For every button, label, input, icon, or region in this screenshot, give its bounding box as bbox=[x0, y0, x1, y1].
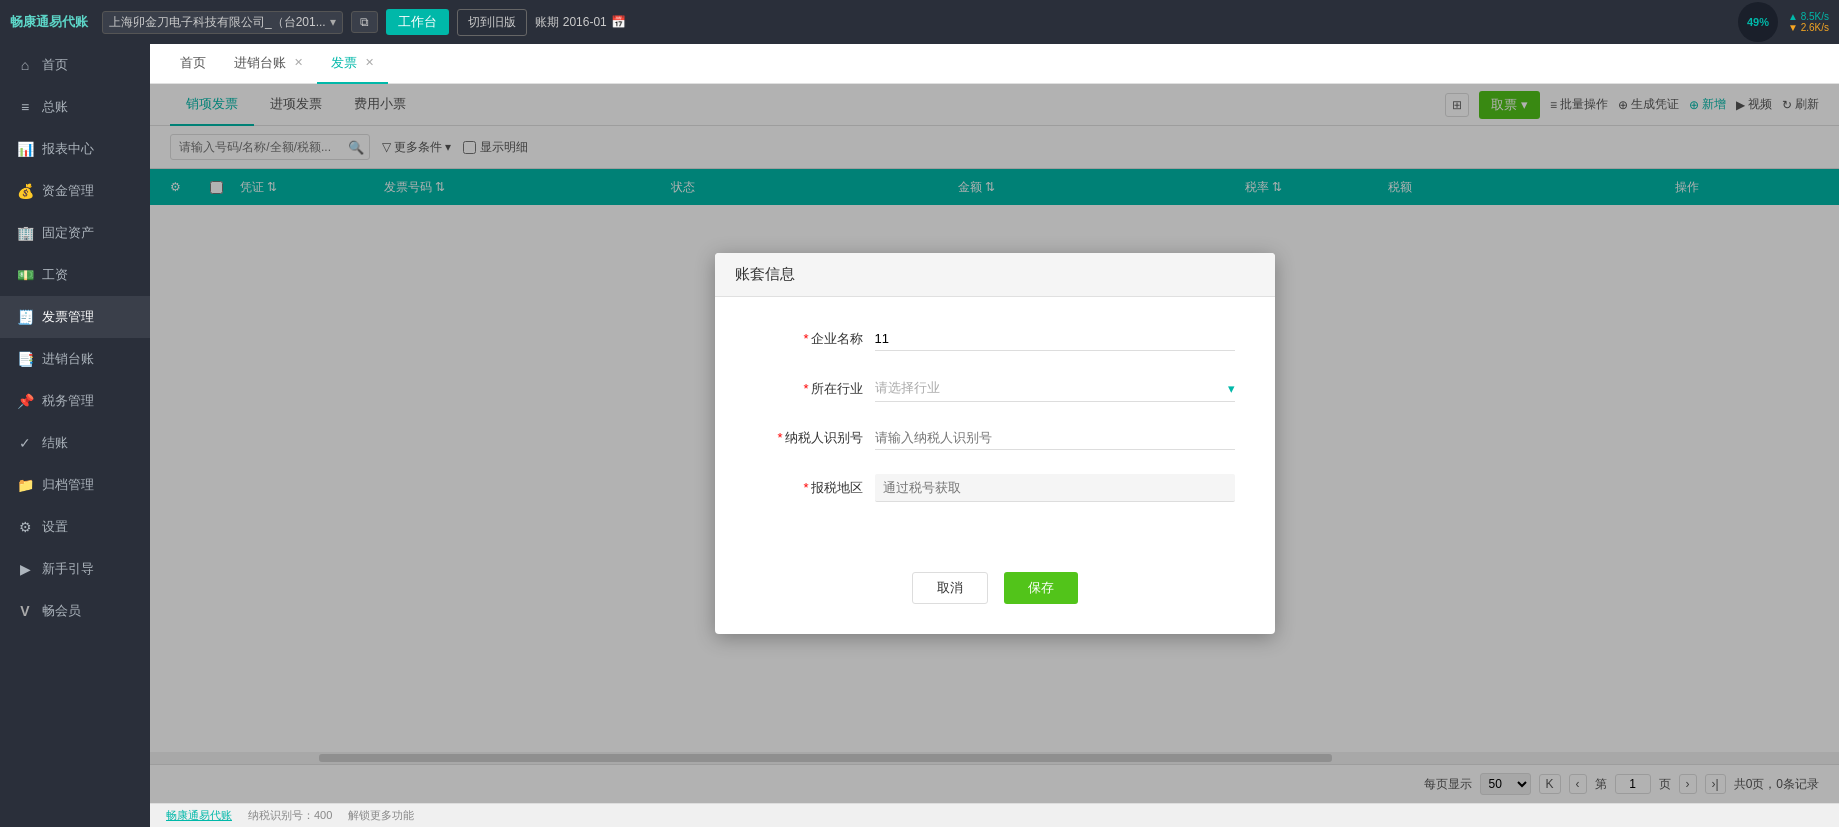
status-info2: 解锁更多功能 bbox=[348, 808, 414, 823]
company-name-label: *企业名称 bbox=[755, 330, 875, 348]
reports-icon: 📊 bbox=[16, 141, 34, 157]
close-invoice-tab[interactable]: ✕ bbox=[365, 56, 374, 69]
tax-icon: 📌 bbox=[16, 393, 34, 409]
sidebar-item-guide[interactable]: ▶ 新手引导 bbox=[0, 548, 150, 590]
sidebar-item-archive[interactable]: 📁 归档管理 bbox=[0, 464, 150, 506]
funds-icon: 💰 bbox=[16, 183, 34, 199]
sidebar-label-guide: 新手引导 bbox=[42, 560, 94, 578]
sidebar-label-settings: 设置 bbox=[42, 518, 68, 536]
save-button[interactable]: 保存 bbox=[1004, 572, 1078, 604]
sidebar-label-settlement: 结账 bbox=[42, 434, 68, 452]
sidebar-label-funds: 资金管理 bbox=[42, 182, 94, 200]
home-icon: ⌂ bbox=[16, 57, 34, 73]
sidebar-label-assets: 固定资产 bbox=[42, 224, 94, 242]
sidebar-item-reports[interactable]: 📊 报表中心 bbox=[0, 128, 150, 170]
account-info-dialog: 账套信息 *企业名称 *所在行业 bbox=[715, 253, 1275, 634]
tab-bar: 首页 进销台账 ✕ 发票 ✕ bbox=[150, 44, 1839, 84]
tab-invoice[interactable]: 发票 ✕ bbox=[317, 44, 388, 84]
sidebar-label-payroll: 工资 bbox=[42, 266, 68, 284]
industry-dropdown-icon: ▾ bbox=[1228, 381, 1235, 396]
sidebar-item-settlement[interactable]: ✓ 结账 bbox=[0, 422, 150, 464]
payroll-icon: 💵 bbox=[16, 267, 34, 283]
workbench-button[interactable]: 工作台 bbox=[386, 9, 449, 35]
close-sales-ledger-tab[interactable]: ✕ bbox=[294, 56, 303, 69]
sidebar-item-payroll[interactable]: 💵 工资 bbox=[0, 254, 150, 296]
sidebar-label-member: 畅会员 bbox=[42, 602, 81, 620]
tax-region-input bbox=[875, 474, 1235, 502]
dialog-title: 账套信息 bbox=[715, 253, 1275, 297]
assets-icon: 🏢 bbox=[16, 225, 34, 241]
status-link[interactable]: 畅康通易代账 bbox=[166, 808, 232, 823]
old-version-button[interactable]: 切到旧版 bbox=[457, 9, 527, 36]
tax-region-label: *报税地区 bbox=[755, 479, 875, 497]
sidebar: ⌂ 首页 ≡ 总账 📊 报表中心 💰 资金管理 🏢 固定资产 💵 工资 🧾 发票… bbox=[0, 44, 150, 827]
sidebar-item-funds[interactable]: 💰 资金管理 bbox=[0, 170, 150, 212]
copy-icon-btn[interactable]: ⧉ bbox=[351, 11, 378, 33]
network-indicator: 49% bbox=[1738, 2, 1778, 42]
dialog-overlay: 账套信息 *企业名称 *所在行业 bbox=[150, 84, 1839, 803]
sidebar-item-home[interactable]: ⌂ 首页 bbox=[0, 44, 150, 86]
member-icon: V bbox=[16, 603, 34, 619]
sidebar-label-invoice: 发票管理 bbox=[42, 308, 94, 326]
tab-home[interactable]: 首页 bbox=[166, 44, 220, 84]
industry-placeholder: 请选择行业 bbox=[875, 379, 940, 397]
app-logo: 畅康通易代账 bbox=[10, 13, 88, 31]
sidebar-label-archive: 归档管理 bbox=[42, 476, 94, 494]
sidebar-label-reports: 报表中心 bbox=[42, 140, 94, 158]
industry-select[interactable]: 请选择行业 ▾ bbox=[875, 375, 1235, 402]
form-row-industry: *所在行业 请选择行业 ▾ bbox=[755, 375, 1235, 402]
invoice-icon: 🧾 bbox=[16, 309, 34, 325]
settings-icon: ⚙ bbox=[16, 519, 34, 535]
company-selector[interactable]: 上海卯金刀电子科技有限公司_（台201... ▾ bbox=[102, 11, 343, 34]
company-name: 上海卯金刀电子科技有限公司_（台201... bbox=[109, 14, 326, 31]
network-speed: ▲ 8.5K/s ▼ 2.6K/s bbox=[1788, 11, 1829, 33]
calendar-icon[interactable]: 📅 bbox=[611, 15, 626, 29]
settlement-icon: ✓ bbox=[16, 435, 34, 451]
form-row-tax-id: *纳税人识别号 bbox=[755, 426, 1235, 450]
sidebar-item-sales-ledger[interactable]: 📑 进销台账 bbox=[0, 338, 150, 380]
sidebar-label-ledger: 总账 bbox=[42, 98, 68, 116]
sidebar-item-ledger[interactable]: ≡ 总账 bbox=[0, 86, 150, 128]
period-display: 账期 2016-01 📅 bbox=[535, 14, 626, 31]
company-name-input[interactable] bbox=[875, 327, 1235, 351]
sidebar-item-member[interactable]: V 畅会员 bbox=[0, 590, 150, 632]
cancel-button[interactable]: 取消 bbox=[912, 572, 988, 604]
guide-icon: ▶ bbox=[16, 561, 34, 577]
form-row-tax-region: *报税地区 bbox=[755, 474, 1235, 502]
sidebar-item-assets[interactable]: 🏢 固定资产 bbox=[0, 212, 150, 254]
tab-sales-ledger[interactable]: 进销台账 ✕ bbox=[220, 44, 317, 84]
industry-label: *所在行业 bbox=[755, 380, 875, 398]
archive-icon: 📁 bbox=[16, 477, 34, 493]
sidebar-label-sales-ledger: 进销台账 bbox=[42, 350, 94, 368]
form-row-company-name: *企业名称 bbox=[755, 327, 1235, 351]
tax-id-label: *纳税人识别号 bbox=[755, 429, 875, 447]
invoice-page: 销项发票 进项发票 费用小票 ⊞ 取票 ▾ ≡ bbox=[150, 84, 1839, 803]
sidebar-item-tax[interactable]: 📌 税务管理 bbox=[0, 380, 150, 422]
company-dropdown-icon: ▾ bbox=[330, 15, 336, 29]
sidebar-label-home: 首页 bbox=[42, 56, 68, 74]
dialog-footer: 取消 保存 bbox=[715, 556, 1275, 634]
sidebar-item-settings[interactable]: ⚙ 设置 bbox=[0, 506, 150, 548]
status-info1: 纳税识别号：400 bbox=[248, 808, 332, 823]
sidebar-item-invoice[interactable]: 🧾 发票管理 bbox=[0, 296, 150, 338]
status-bar: 畅康通易代账 纳税识别号：400 解锁更多功能 bbox=[150, 803, 1839, 827]
top-bar: 畅康通易代账 上海卯金刀电子科技有限公司_（台201... ▾ ⧉ 工作台 切到… bbox=[0, 0, 1839, 44]
sales-ledger-icon: 📑 bbox=[16, 351, 34, 367]
sidebar-label-tax: 税务管理 bbox=[42, 392, 94, 410]
tax-id-input[interactable] bbox=[875, 426, 1235, 450]
dialog-body: *企业名称 *所在行业 请选择行业 ▾ bbox=[715, 297, 1275, 556]
ledger-icon: ≡ bbox=[16, 99, 34, 115]
